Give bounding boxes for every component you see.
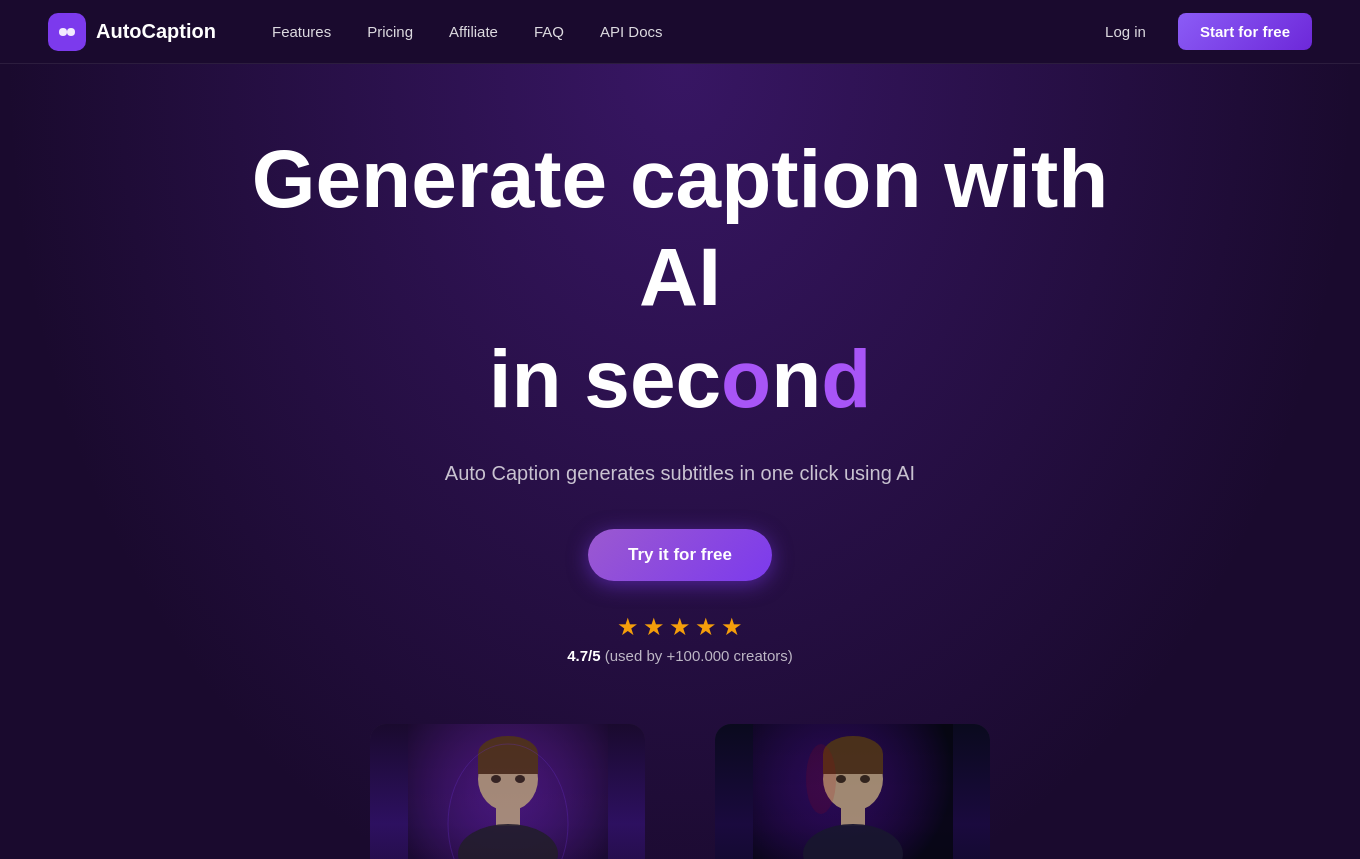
hero-description: Auto Caption generates subtitles in one … bbox=[445, 457, 915, 489]
person-silhouette-left bbox=[408, 724, 608, 859]
nav-item-faq[interactable]: FAQ bbox=[518, 15, 580, 48]
navbar-left: AutoCaption Features Pricing Affiliate F… bbox=[48, 13, 679, 51]
nav-links: Features Pricing Affiliate FAQ API Docs bbox=[256, 15, 679, 48]
hero-title: Generate caption with bbox=[252, 134, 1109, 224]
svg-point-9 bbox=[491, 775, 501, 783]
star-5: ★ bbox=[721, 613, 743, 641]
navbar-right: Log in Start for free bbox=[1089, 13, 1312, 50]
rating-text: 4.7/5 (used by +100.000 creators) bbox=[567, 647, 793, 664]
rating-score: 4.7/5 bbox=[567, 647, 600, 664]
nav-item-pricing[interactable]: Pricing bbox=[351, 15, 429, 48]
video-placeholder-left bbox=[370, 724, 645, 859]
svg-rect-14 bbox=[841, 806, 865, 826]
hero-ai-text: AI bbox=[639, 232, 721, 322]
video-card-right: 😍 bbox=[715, 724, 990, 859]
login-button[interactable]: Log in bbox=[1089, 15, 1162, 48]
video-placeholder-right: 😍 bbox=[715, 724, 990, 859]
rating-detail: (used by +100.000 creators) bbox=[605, 647, 793, 664]
logo-icon bbox=[48, 13, 86, 51]
logo-text: AutoCaption bbox=[96, 20, 216, 43]
hero-section: Generate caption with AI in second Auto … bbox=[0, 64, 1360, 859]
svg-point-1 bbox=[67, 28, 75, 36]
hero-subtitle: AI bbox=[639, 232, 721, 322]
rating-section: ★ ★ ★ ★ ★ 4.7/5 (used by +100.000 creato… bbox=[567, 613, 793, 664]
logo[interactable]: AutoCaption bbox=[48, 13, 216, 51]
svg-point-10 bbox=[515, 775, 525, 783]
video-card-left bbox=[370, 724, 645, 859]
try-for-free-button[interactable]: Try it for free bbox=[588, 529, 772, 581]
nav-item-affiliate[interactable]: Affiliate bbox=[433, 15, 514, 48]
video-section: 😍 bbox=[140, 714, 1220, 859]
nav-item-api-docs[interactable]: API Docs bbox=[584, 15, 679, 48]
start-for-free-button[interactable]: Start for free bbox=[1178, 13, 1312, 50]
svg-point-19 bbox=[836, 775, 846, 783]
svg-rect-8 bbox=[478, 754, 538, 774]
star-3: ★ bbox=[669, 613, 691, 641]
navbar: AutoCaption Features Pricing Affiliate F… bbox=[0, 0, 1360, 64]
star-rating: ★ ★ ★ ★ ★ bbox=[617, 613, 743, 641]
svg-point-20 bbox=[860, 775, 870, 783]
hero-second-subtitle: in second bbox=[489, 334, 872, 424]
star-1: ★ bbox=[617, 613, 639, 641]
svg-point-0 bbox=[59, 28, 67, 36]
nav-item-features[interactable]: Features bbox=[256, 15, 347, 48]
person-silhouette-right bbox=[753, 724, 953, 859]
star-4: ★ bbox=[695, 613, 717, 641]
svg-rect-4 bbox=[496, 806, 520, 826]
svg-point-21 bbox=[806, 744, 836, 814]
star-2: ★ bbox=[643, 613, 665, 641]
